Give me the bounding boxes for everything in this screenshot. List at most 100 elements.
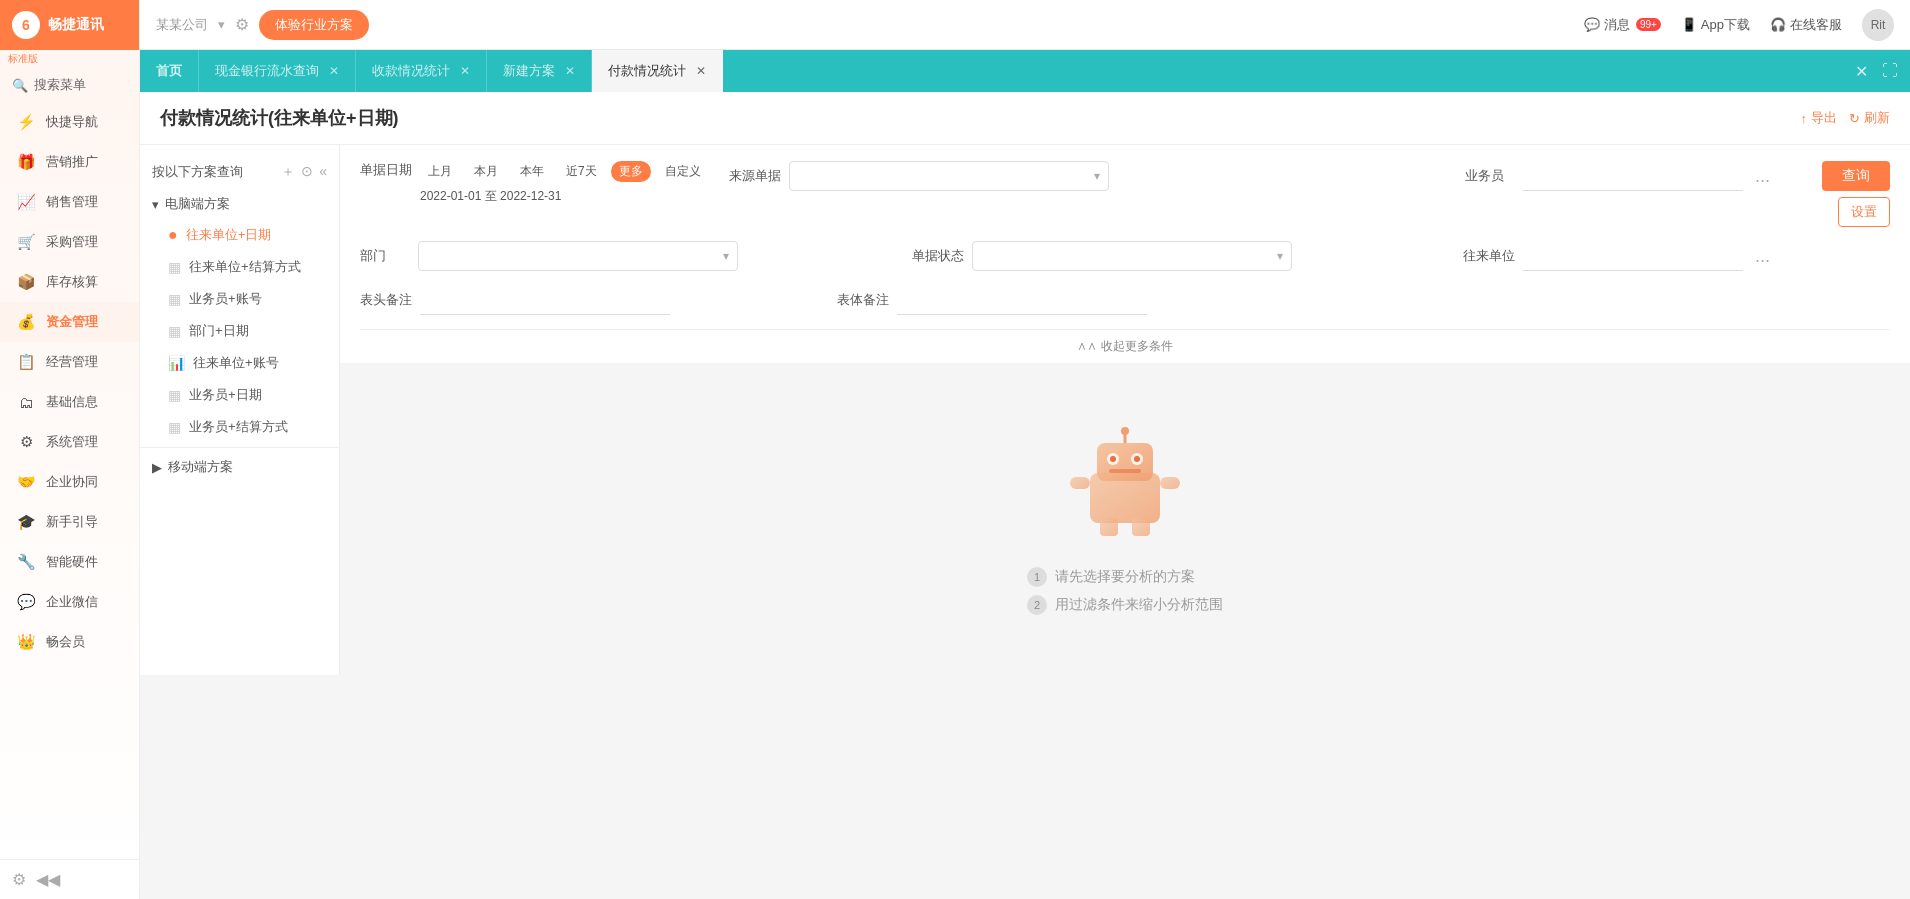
collapse-filter-bar[interactable]: ∧∧ 收起更多条件 [360,329,1890,363]
trial-button[interactable]: 体验行业方案 [259,10,369,40]
date-option-last-month[interactable]: 上月 [420,161,460,182]
sales-icon: 📈 [16,192,36,212]
sidebar-item-member[interactable]: 👑 畅会员 [0,622,139,662]
scheme-item-agent-date[interactable]: ▦ 业务员+日期 [140,379,339,411]
settings-bottom-icon[interactable]: ⚙ [12,870,26,889]
sidebar-item-finance[interactable]: 💰 资金管理 [0,302,139,342]
sidebar-item-guide[interactable]: 🎓 新手引导 [0,502,139,542]
guide-icon: 🎓 [16,512,36,532]
note-body-input[interactable] [897,285,1147,315]
dept-select[interactable]: ▾ [418,241,738,271]
status-label: 单据状态 [912,247,964,265]
sidebar-item-quick-nav[interactable]: ⚡ 快捷导航 [0,102,139,142]
agent-input[interactable] [1523,161,1743,191]
date-option-7days[interactable]: 近7天 [558,161,605,182]
sidebar-item-purchase[interactable]: 🛒 采购管理 [0,222,139,262]
empty-tip-2: 2 用过滤条件来缩小分析范围 [1027,595,1223,615]
agent-filter: 业务员 ... [1465,161,1770,191]
date-option-this-month[interactable]: 本月 [466,161,506,182]
partner-dots[interactable]: ... [1755,246,1770,267]
tab-payment-close[interactable]: ✕ [696,64,706,78]
sidebar-item-hardware[interactable]: 🔧 智能硬件 [0,542,139,582]
pc-group-title[interactable]: ▾ 电脑端方案 [140,189,339,219]
tab-new-scheme-close[interactable]: ✕ [565,64,575,78]
tab-close-all-icon[interactable]: ✕ [1851,58,1872,85]
pc-group-label: 电脑端方案 [165,195,230,213]
app-label: App下载 [1701,16,1750,34]
export-button[interactable]: ↑ 导出 [1801,109,1838,127]
svg-rect-12 [1132,518,1150,536]
tab-receipt-close[interactable]: ✕ [460,64,470,78]
page-title: 付款情况统计(往来单位+日期) [160,106,399,130]
query-button[interactable]: 查询 [1822,161,1890,191]
tab-bank-label: 现金银行流水查询 [215,62,319,80]
tab-payment[interactable]: 付款情况统计 ✕ [592,50,723,92]
account-dropdown-icon[interactable]: ▾ [218,17,225,32]
sidebar-item-label: 系统管理 [46,433,98,451]
app-icon: 📱 [1681,17,1697,32]
hardware-icon: 🔧 [16,552,36,572]
filter-settings-button[interactable]: 设置 [1838,197,1890,227]
scheme-item-agent-settle[interactable]: ▦ 业务员+结算方式 [140,411,339,443]
collapse-sidebar-icon[interactable]: ◀◀ [36,870,60,889]
active-scheme-icon: ● [168,226,178,244]
add-scheme-icon[interactable]: ＋ [281,163,295,181]
sidebar-item-inventory[interactable]: 📦 库存核算 [0,262,139,302]
agent-label: 业务员 [1465,167,1515,185]
app-download-btn[interactable]: 📱 App下载 [1681,16,1750,34]
collapse-panel-icon[interactable]: « [319,163,327,181]
scheme-item-partner-account[interactable]: 📊 往来单位+账号 [140,347,339,379]
avatar[interactable]: Rit [1862,9,1894,41]
scheme-item-partner-date[interactable]: ● 往来单位+日期 [140,219,339,251]
sidebar-item-sales[interactable]: 📈 销售管理 [0,182,139,222]
tab-home[interactable]: 首页 [140,50,199,92]
mobile-scheme-group: ▶ 移动端方案 [140,452,339,482]
scheme-item-dept-date[interactable]: ▦ 部门+日期 [140,315,339,347]
export-label: 导出 [1811,109,1837,127]
date-option-more[interactable]: 更多 [611,161,651,182]
refresh-button[interactable]: ↻ 刷新 [1849,109,1890,127]
search-icon: 🔍 [12,78,28,93]
tab-bank-close[interactable]: ✕ [329,64,339,78]
sidebar-item-marketing[interactable]: 🎁 营销推广 [0,142,139,182]
account-name: 某某公司 [156,16,208,34]
sidebar-menu: ⚡ 快捷导航 🎁 营销推广 📈 销售管理 🛒 采购管理 📦 库存核算 💰 资金管… [0,102,139,859]
tab-fullscreen-icon[interactable]: ⛶ [1878,58,1902,84]
sidebar-bottom: ⚙ ◀◀ [0,859,139,899]
logo-icon: 6 [12,11,40,39]
message-btn[interactable]: 💬 消息 99+ [1584,16,1661,34]
note-header-input[interactable] [420,285,670,315]
export-icon: ↑ [1801,111,1808,126]
sidebar-item-system[interactable]: ⚙ 系统管理 [0,422,139,462]
scheme-icon-6: ▦ [168,419,181,435]
scheme-item-label: 业务员+日期 [189,386,262,404]
note-body-label: 表体备注 [837,291,889,309]
sidebar-item-basic[interactable]: 🗂 基础信息 [0,382,139,422]
agent-dots[interactable]: ... [1755,166,1770,187]
topbar-settings-icon[interactable]: ⚙ [235,15,249,34]
scheme-item-agent-account[interactable]: ▦ 业务员+账号 [140,283,339,315]
sidebar-item-enterprise[interactable]: 🤝 企业协同 [0,462,139,502]
logo-name: 畅捷通讯 [48,16,104,34]
partner-input[interactable] [1523,241,1743,271]
tab-bank[interactable]: 现金银行流水查询 ✕ [199,50,356,92]
tip-text-2: 用过滤条件来缩小分析范围 [1055,596,1223,614]
scheme-item-partner-settle[interactable]: ▦ 往来单位+结算方式 [140,251,339,283]
left-panel: 按以下方案查询 ＋ ⊙ « ▾ 电脑端方案 ● 往来单位+日期 [140,145,340,675]
source-select[interactable]: ▾ [789,161,1109,191]
date-option-custom[interactable]: 自定义 [657,161,709,182]
service-btn[interactable]: 🎧 在线客服 [1770,16,1842,34]
member-icon: 👑 [16,632,36,652]
mobile-group-title[interactable]: ▶ 移动端方案 [140,452,339,482]
tab-receipt[interactable]: 收款情况统计 ✕ [356,50,487,92]
sidebar-item-operation[interactable]: 📋 经营管理 [0,342,139,382]
dept-filter: 部门 ▾ [360,241,892,271]
sidebar-item-wechat[interactable]: 💬 企业微信 [0,582,139,622]
svg-point-5 [1134,456,1140,462]
date-option-this-year[interactable]: 本年 [512,161,552,182]
sidebar-search[interactable]: 🔍 搜索菜单 [0,68,139,102]
status-select[interactable]: ▾ [972,241,1292,271]
scheme-item-label: 往来单位+日期 [186,226,272,244]
scheme-settings-icon[interactable]: ⊙ [301,163,313,181]
tab-new-scheme[interactable]: 新建方案 ✕ [487,50,592,92]
